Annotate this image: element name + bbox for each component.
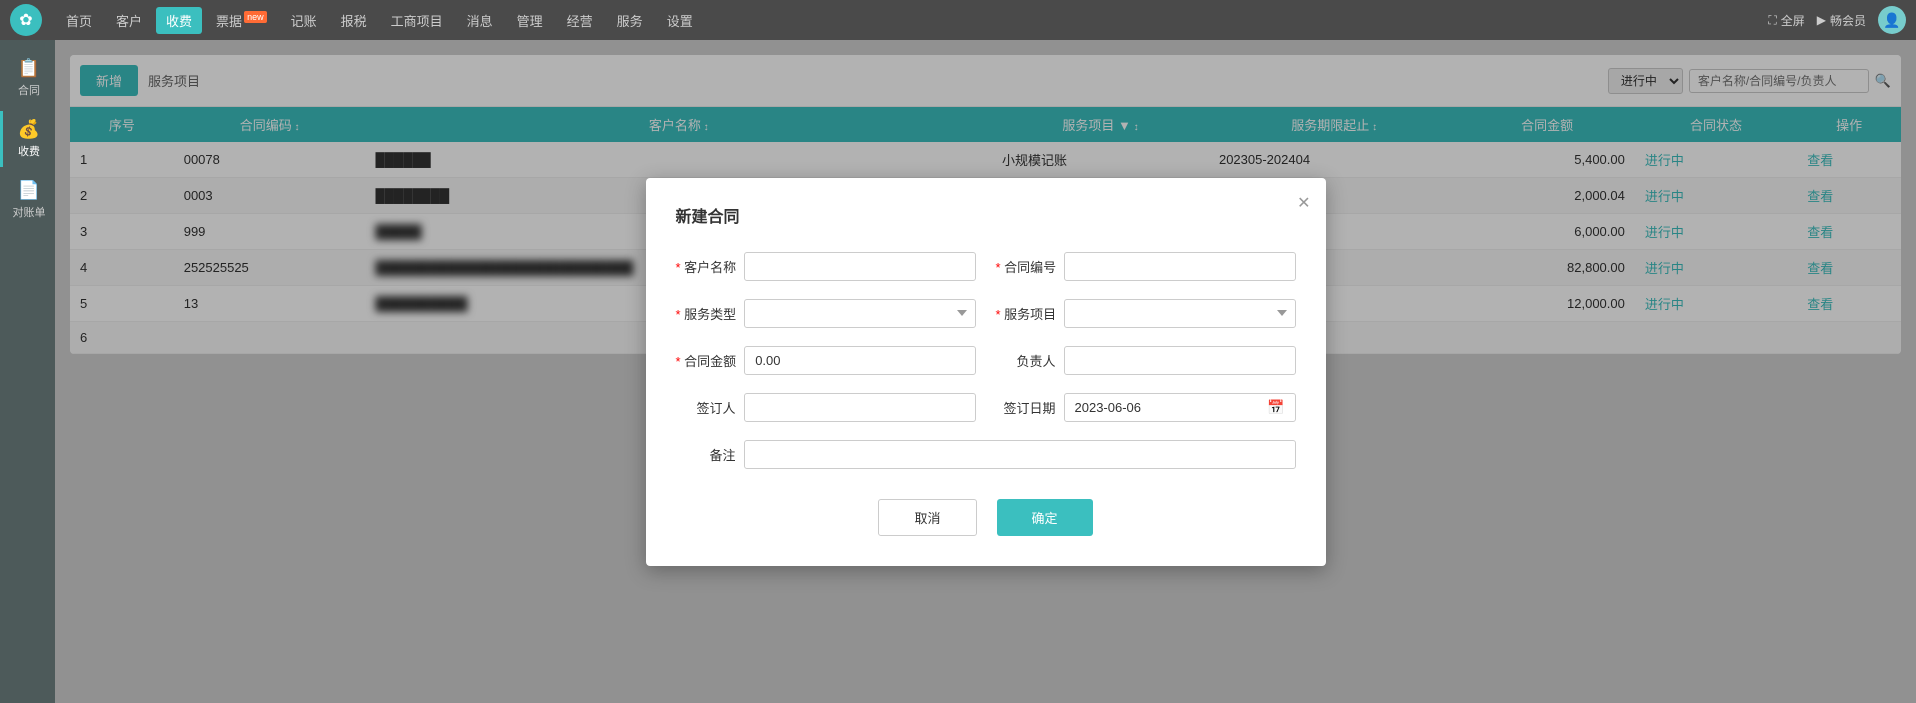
nav-fee[interactable]: 收费 xyxy=(156,7,202,34)
nav-message[interactable]: 消息 xyxy=(457,7,503,34)
input-remark[interactable] xyxy=(744,440,1296,469)
form-group-service-type: 服务类型 xyxy=(676,299,976,328)
input-person-in-charge[interactable] xyxy=(1064,346,1296,375)
cancel-button[interactable]: 取消 xyxy=(878,499,976,536)
user-avatar[interactable]: 👤 xyxy=(1878,6,1906,34)
member-button[interactable]: ▶ 畅会员 xyxy=(1817,12,1866,29)
sidebar: 📋 合同 💰 收费 📄 对账单 xyxy=(0,40,55,703)
date-picker-container: 2023-06-06 📅 xyxy=(1064,393,1296,422)
label-remark: 备注 xyxy=(676,445,736,464)
statement-icon: 📄 xyxy=(18,180,40,201)
form-group-service-item: 服务项目 xyxy=(996,299,1296,328)
main-layout: 📋 合同 💰 收费 📄 对账单 新增 服务项目 进行中 已完成 已终止 xyxy=(0,40,1916,703)
confirm-button[interactable]: 确定 xyxy=(997,499,1093,536)
form-group-person-in-charge: 负责人 xyxy=(996,346,1296,375)
input-signer[interactable] xyxy=(744,393,976,422)
calendar-icon[interactable]: 📅 xyxy=(1267,399,1284,416)
new-badge: new xyxy=(244,11,267,23)
new-contract-modal: 新建合同 ✕ 客户名称 合同编号 服务类型 xyxy=(646,178,1326,566)
sidebar-item-fee[interactable]: 💰 收费 xyxy=(0,111,55,167)
sign-date-value: 2023-06-06 xyxy=(1075,400,1142,415)
form-row-2: 服务类型 服务项目 xyxy=(676,299,1296,328)
top-navigation: ✿ 首页 客户 收费 票据new 记账 报税 工商项目 消息 管理 经营 服务 … xyxy=(0,0,1916,40)
form-row-3: 合同金额 负责人 xyxy=(676,346,1296,375)
input-contract-amount[interactable] xyxy=(744,346,975,375)
sidebar-label-fee: 收费 xyxy=(18,143,40,159)
form-group-contract-no: 合同编号 xyxy=(996,252,1296,281)
label-service-type: 服务类型 xyxy=(676,304,737,323)
modal-overlay: 新建合同 ✕ 客户名称 合同编号 服务类型 xyxy=(55,40,1916,703)
select-service-type[interactable] xyxy=(744,299,975,328)
label-sign-date: 签订日期 xyxy=(996,398,1056,417)
sidebar-label-contract: 合同 xyxy=(18,82,40,98)
input-client-name[interactable] xyxy=(744,252,975,281)
form-group-client: 客户名称 xyxy=(676,252,976,281)
nav-admin[interactable]: 管理 xyxy=(507,7,553,34)
form-group-remark: 备注 xyxy=(676,440,1296,469)
nav-right-area: ⛶ 全屏 ▶ 畅会员 👤 xyxy=(1768,6,1906,34)
form-row-4: 签订人 签订日期 2023-06-06 📅 xyxy=(676,393,1296,422)
nav-bookkeeping[interactable]: 记账 xyxy=(281,7,327,34)
form-group-amount: 合同金额 xyxy=(676,346,976,375)
nav-client[interactable]: 客户 xyxy=(106,7,152,34)
nav-home[interactable]: 首页 xyxy=(56,7,102,34)
form-row-5: 备注 xyxy=(676,440,1296,469)
label-service-item: 服务项目 xyxy=(996,304,1057,323)
app-logo: ✿ xyxy=(10,4,42,36)
modal-close-button[interactable]: ✕ xyxy=(1297,193,1310,213)
form-group-sign-date: 签订日期 2023-06-06 📅 xyxy=(996,393,1296,422)
label-contract-amount: 合同金额 xyxy=(676,351,737,370)
form-group-signer: 签订人 xyxy=(676,393,976,422)
sidebar-item-contract[interactable]: 📋 合同 xyxy=(0,50,55,106)
modal-footer: 取消 确定 xyxy=(676,499,1296,536)
fullscreen-button[interactable]: ⛶ 全屏 xyxy=(1768,12,1804,29)
nav-operation[interactable]: 经营 xyxy=(557,7,603,34)
logo-icon: ✿ xyxy=(19,10,32,30)
label-client-name: 客户名称 xyxy=(676,257,737,276)
select-service-item[interactable] xyxy=(1064,299,1295,328)
main-content: 新增 服务项目 进行中 已完成 已终止 🔍 序号 合同编 xyxy=(55,40,1916,703)
play-icon: ▶ xyxy=(1817,13,1826,27)
nav-service[interactable]: 服务 xyxy=(607,7,653,34)
contract-icon: 📋 xyxy=(18,58,40,79)
avatar-icon: 👤 xyxy=(1883,12,1900,29)
label-signer: 签订人 xyxy=(676,398,736,417)
nav-invoice[interactable]: 票据new xyxy=(206,7,277,34)
input-contract-no[interactable] xyxy=(1064,252,1295,281)
fee-icon: 💰 xyxy=(18,119,40,140)
sidebar-label-statement: 对账单 xyxy=(13,204,46,220)
form-row-1: 客户名称 合同编号 xyxy=(676,252,1296,281)
label-person-in-charge: 负责人 xyxy=(996,351,1056,370)
nav-settings[interactable]: 设置 xyxy=(657,7,703,34)
nav-tax[interactable]: 报税 xyxy=(331,7,377,34)
modal-title: 新建合同 xyxy=(676,203,1296,227)
fullscreen-icon: ⛶ xyxy=(1768,13,1776,28)
sidebar-item-statement[interactable]: 📄 对账单 xyxy=(0,172,55,228)
nav-biz-project[interactable]: 工商项目 xyxy=(381,7,453,34)
label-contract-no: 合同编号 xyxy=(996,257,1057,276)
